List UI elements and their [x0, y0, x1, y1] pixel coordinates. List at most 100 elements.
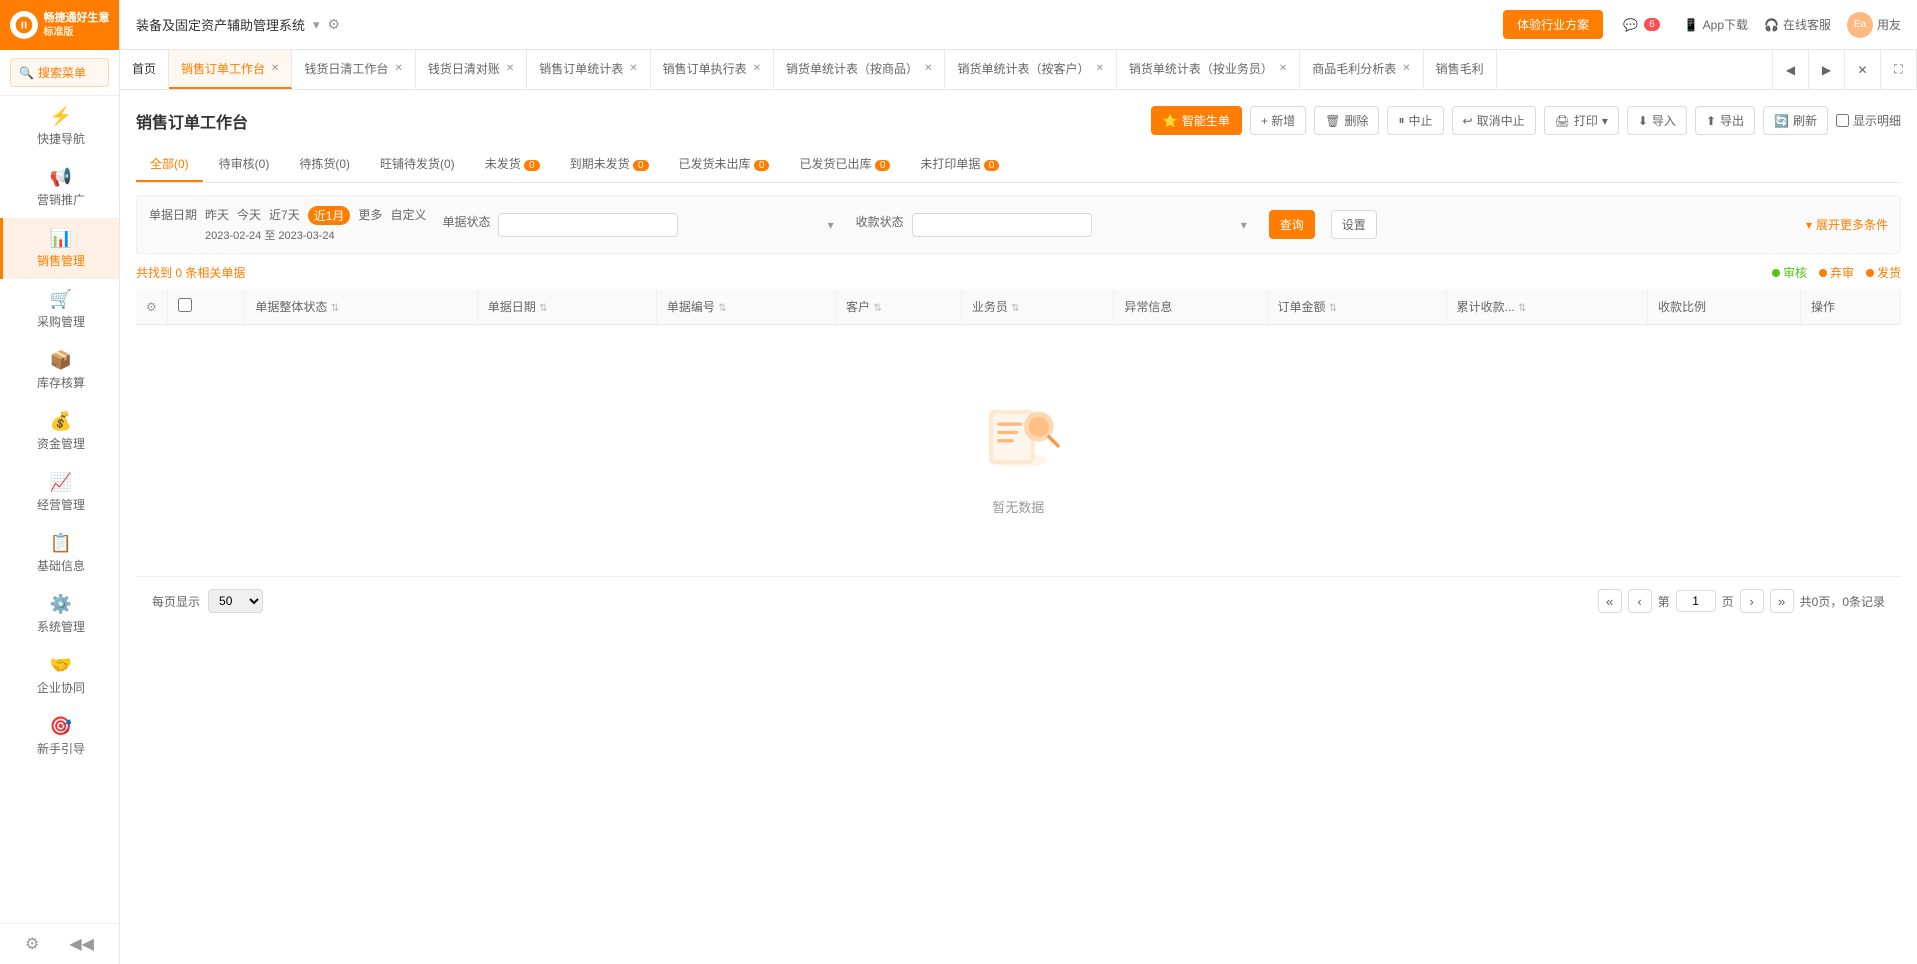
tab-sales-workbench[interactable]: 销售订单工作台 ✕: [169, 50, 292, 89]
staff-sort-icon[interactable]: ⇅: [1011, 303, 1019, 314]
workspace-title: 销售订单工作台: [136, 109, 248, 133]
tab-sales-profit[interactable]: 销售毛利: [1424, 50, 1497, 89]
payment-select[interactable]: [912, 213, 1092, 237]
col-settings[interactable]: ⚙: [136, 289, 167, 325]
tab-prev-btn[interactable]: ◀: [1773, 50, 1809, 90]
table-scroll-area[interactable]: ⚙ 单据整体状态 ⇅ 单据日期 ⇅: [136, 289, 1901, 576]
sub-tab-wangpu[interactable]: 旺铺待发货(0): [366, 147, 469, 182]
empty-icon: [968, 385, 1068, 485]
sidebar-item-purchase[interactable]: 🛒 采购管理: [0, 279, 119, 340]
status-sort-icon[interactable]: ⇅: [331, 303, 339, 314]
tab-next-btn[interactable]: ▶: [1809, 50, 1845, 90]
first-page-btn[interactable]: «: [1598, 589, 1622, 613]
customer-sort-icon[interactable]: ⇅: [873, 303, 881, 314]
tab-fullscreen-btn[interactable]: ⛶: [1881, 50, 1917, 90]
expand-conditions-btn[interactable]: ▾ 展开更多条件: [1806, 216, 1888, 233]
tab-close-sales-customer-stats[interactable]: ✕: [1095, 63, 1103, 74]
tab-cash-reconcile[interactable]: 钱货日清对账 ✕: [416, 50, 527, 89]
settings-icon[interactable]: ⚙: [328, 16, 341, 33]
collected-sort-icon[interactable]: ⇅: [1518, 303, 1526, 314]
sub-tab-not-shipped[interactable]: 未发货 0: [471, 147, 554, 182]
number-sort-icon[interactable]: ⇅: [718, 303, 726, 314]
sidebar-item-sales[interactable]: 📊 销售管理: [0, 218, 119, 279]
amount-sort-icon[interactable]: ⇅: [1329, 303, 1337, 314]
ship-quick-btn[interactable]: 发货: [1866, 264, 1901, 281]
collapse-button[interactable]: ◀◀: [69, 934, 94, 954]
tab-sales-staff-stats[interactable]: 销货单统计表（按业务员） ✕: [1117, 50, 1300, 89]
search-menu-button[interactable]: 🔍 搜索菜单: [10, 58, 109, 87]
suspend-btn[interactable]: ⏸ 中止: [1387, 106, 1443, 135]
tab-close-sales-stats[interactable]: ✕: [629, 63, 637, 74]
tab-close-gross-profit[interactable]: ✕: [1402, 63, 1410, 74]
smart-order-btn[interactable]: ⭐ 智能生单: [1151, 106, 1242, 135]
sidebar-item-finance[interactable]: 💰 资金管理: [0, 401, 119, 462]
sub-tab-shipped-not-out[interactable]: 已发货未出库 0: [665, 147, 784, 182]
cancel-review-quick-btn[interactable]: 弃审: [1819, 264, 1854, 281]
tab-close-all-btn[interactable]: ✕: [1845, 50, 1881, 90]
sub-tab-all[interactable]: 全部(0): [136, 147, 203, 182]
print-btn[interactable]: 🖨 打印 ▾: [1544, 106, 1619, 135]
tab-close-sales-exec[interactable]: ✕: [753, 63, 761, 74]
tab-sales-stats[interactable]: 销售订单统计表 ✕: [527, 50, 650, 89]
query-btn[interactable]: 查询: [1269, 210, 1315, 239]
settings-button[interactable]: ⚙: [25, 934, 39, 954]
sidebar-item-enterprise[interactable]: 🤝 企业协同: [0, 645, 119, 706]
date-opt-1month[interactable]: 近1月: [308, 206, 351, 225]
tab-cash-daily[interactable]: 钱货日清工作台 ✕: [292, 50, 415, 89]
sidebar-item-guide[interactable]: 🎯 新手引导: [0, 706, 119, 767]
tab-close-sales-workbench[interactable]: ✕: [271, 63, 279, 74]
user-menu[interactable]: Ea 用友: [1847, 12, 1901, 38]
sub-tab-shipped-out[interactable]: 已发货已出库 0: [785, 147, 904, 182]
tab-sales-customer-stats[interactable]: 销货单统计表（按客户） ✕: [945, 50, 1116, 89]
sidebar-item-system[interactable]: ⚙️ 系统管理: [0, 584, 119, 645]
tab-close-cash-daily[interactable]: ✕: [394, 63, 402, 74]
export-btn[interactable]: ⬆ 导出: [1695, 106, 1755, 135]
system-title-area: 装备及固定资产辅助管理系统 ▾ ⚙: [136, 15, 1491, 34]
message-btn[interactable]: 💬 6: [1615, 18, 1668, 32]
refresh-btn[interactable]: 🔄 刷新: [1763, 106, 1828, 135]
sidebar-item-marketing[interactable]: 📢 营销推广: [0, 157, 119, 218]
cancel-suspend-btn[interactable]: ↩ 取消中止: [1452, 106, 1536, 135]
sidebar-item-quick-nav[interactable]: ⚡ 快捷导航: [0, 96, 119, 157]
tab-home[interactable]: 首页: [120, 50, 169, 89]
industry-btn[interactable]: 体验行业方案: [1503, 10, 1603, 39]
filter-settings-btn[interactable]: 设置: [1331, 210, 1377, 239]
next-page-btn[interactable]: ›: [1740, 589, 1764, 613]
review-quick-btn[interactable]: 审核: [1772, 264, 1807, 281]
show-detail-checkbox[interactable]: 显示明细: [1836, 112, 1901, 129]
tab-sales-product-stats[interactable]: 销货单统计表（按商品） ✕: [774, 50, 945, 89]
date-sort-icon[interactable]: ⇅: [539, 303, 547, 314]
sidebar-item-inventory[interactable]: 📦 库存核算: [0, 340, 119, 401]
tab-gross-profit[interactable]: 商品毛利分析表 ✕: [1300, 50, 1423, 89]
status-select[interactable]: [498, 213, 678, 237]
prev-page-btn[interactable]: ‹: [1628, 589, 1652, 613]
sidebar-item-basic-info[interactable]: 📋 基础信息: [0, 523, 119, 584]
date-opt-today[interactable]: 今天: [237, 206, 261, 225]
last-page-btn[interactable]: »: [1770, 589, 1794, 613]
tab-sales-exec[interactable]: 销售订单执行表 ✕: [651, 50, 774, 89]
date-opt-custom[interactable]: 自定义: [390, 206, 426, 225]
sidebar-item-operations[interactable]: 📈 经营管理: [0, 462, 119, 523]
sub-tab-not-printed[interactable]: 未打印单据 0: [906, 147, 1013, 182]
page-input[interactable]: [1676, 590, 1716, 612]
tab-close-cash-reconcile[interactable]: ✕: [506, 63, 514, 74]
date-opt-7days[interactable]: 近7天: [269, 206, 300, 225]
online-service-btn[interactable]: 🎧 在线客服: [1764, 16, 1831, 33]
sub-tab-pending-inspect[interactable]: 待拣货(0): [285, 147, 364, 182]
add-btn[interactable]: + 新增: [1250, 106, 1306, 135]
show-detail-input[interactable]: [1836, 114, 1849, 127]
date-opt-more[interactable]: 更多: [358, 206, 382, 225]
date-opt-yesterday[interactable]: 昨天: [205, 206, 229, 225]
not-printed-badge: 0: [984, 160, 1000, 171]
delete-btn[interactable]: 🗑 删除: [1314, 106, 1379, 135]
app-download-btn[interactable]: 📱 App下载: [1684, 16, 1748, 33]
select-all-checkbox[interactable]: [178, 298, 192, 312]
page-size-select[interactable]: 50 10 20 100: [208, 589, 263, 613]
import-btn[interactable]: ⬇ 导入: [1627, 106, 1687, 135]
tab-close-sales-product-stats[interactable]: ✕: [924, 63, 932, 74]
tab-close-sales-staff-stats[interactable]: ✕: [1279, 63, 1287, 74]
dropdown-icon[interactable]: ▾: [313, 17, 320, 33]
sub-tab-expired-not-shipped[interactable]: 到期未发货 0: [556, 147, 663, 182]
column-settings-icon[interactable]: ⚙: [146, 300, 157, 314]
sub-tab-pending-review[interactable]: 待审核(0): [205, 147, 284, 182]
